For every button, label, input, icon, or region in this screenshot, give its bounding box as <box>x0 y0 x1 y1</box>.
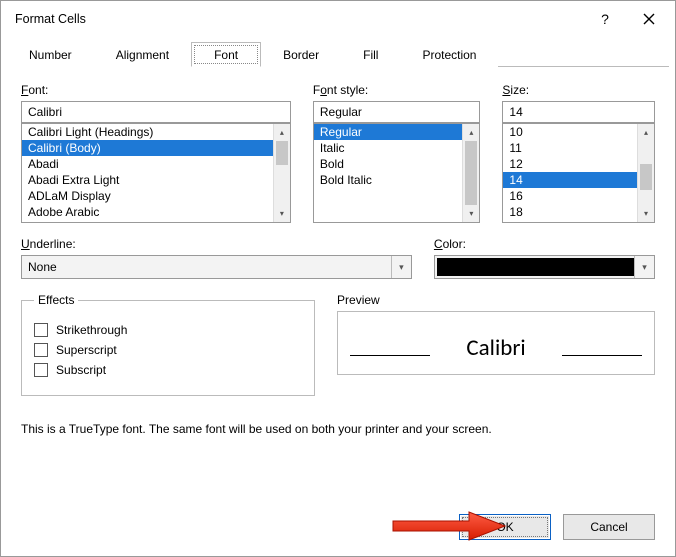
list-item[interactable]: 18 <box>503 204 654 220</box>
strikethrough-checkbox[interactable]: Strikethrough <box>34 323 302 337</box>
font-listbox[interactable]: Calibri Light (Headings) Calibri (Body) … <box>21 123 291 223</box>
list-item[interactable]: Regular <box>314 124 480 140</box>
tab-alignment[interactable]: Alignment <box>94 42 191 67</box>
size-column: Size: 10 11 12 14 16 18 ▴ ▾ <box>502 83 655 223</box>
list-item[interactable]: 11 <box>503 140 654 156</box>
window-title: Format Cells <box>15 12 583 26</box>
scroll-down-icon[interactable]: ▾ <box>274 205 290 222</box>
chevron-down-icon[interactable]: ▾ <box>391 256 411 278</box>
list-item[interactable]: 16 <box>503 188 654 204</box>
list-item[interactable]: Bold <box>314 156 480 172</box>
scrollbar[interactable]: ▴ ▾ <box>637 124 654 222</box>
list-item[interactable]: Italic <box>314 140 480 156</box>
preview-label: Preview <box>337 293 655 307</box>
help-button[interactable]: ? <box>583 1 627 37</box>
tab-panel-font: Font: Calibri Light (Headings) Calibri (… <box>1 67 675 440</box>
list-item[interactable]: ADLaM Display <box>22 188 290 204</box>
list-item[interactable]: Adobe Arabic <box>22 204 290 220</box>
preview-box: Calibri <box>337 311 655 375</box>
scroll-thumb[interactable] <box>640 164 652 190</box>
scroll-thumb[interactable] <box>276 141 288 165</box>
font-style-listbox[interactable]: Regular Italic Bold Bold Italic ▴ ▾ <box>313 123 481 223</box>
scroll-down-icon[interactable]: ▾ <box>638 205 654 222</box>
chevron-down-icon[interactable]: ▾ <box>634 256 654 278</box>
tab-border[interactable]: Border <box>261 42 341 67</box>
scroll-up-icon[interactable]: ▴ <box>463 124 479 141</box>
font-column: Font: Calibri Light (Headings) Calibri (… <box>21 83 291 223</box>
size-label: Size: <box>502 83 529 97</box>
close-button[interactable] <box>627 1 671 37</box>
underline-block: Underline: None ▾ <box>21 237 412 279</box>
list-item[interactable]: Bold Italic <box>314 172 480 188</box>
underline-select[interactable]: None ▾ <box>21 255 412 279</box>
font-style-input[interactable] <box>313 101 481 123</box>
ok-button[interactable]: OK <box>459 514 551 540</box>
list-item[interactable]: Calibri Light (Headings) <box>22 124 290 140</box>
color-swatch <box>437 258 634 276</box>
effects-legend: Effects <box>34 293 78 307</box>
list-item[interactable]: Calibri (Body) <box>22 140 290 156</box>
effects-group: Effects Strikethrough Superscript Subscr… <box>21 293 315 396</box>
scroll-down-icon[interactable]: ▾ <box>463 205 479 222</box>
font-input[interactable] <box>21 101 291 123</box>
checkbox-box <box>34 343 48 357</box>
checkbox-label: Superscript <box>56 343 117 357</box>
titlebar: Format Cells ? <box>1 1 675 37</box>
superscript-checkbox[interactable]: Superscript <box>34 343 302 357</box>
tab-strip: Number Alignment Font Border Fill Protec… <box>1 37 675 67</box>
color-select[interactable]: ▾ <box>434 255 655 279</box>
color-block: Color: ▾ <box>434 237 655 279</box>
list-item[interactable]: Abadi Extra Light <box>22 172 290 188</box>
tab-protection[interactable]: Protection <box>400 42 498 67</box>
tab-font[interactable]: Font <box>191 42 261 67</box>
tab-number[interactable]: Number <box>7 42 94 67</box>
size-input[interactable] <box>502 101 655 123</box>
color-label: Color: <box>434 237 466 251</box>
dialog-button-row: OK Cancel <box>459 514 655 540</box>
scroll-up-icon[interactable]: ▴ <box>638 124 654 141</box>
style-column: Font style: Regular Italic Bold Bold Ita… <box>313 83 481 223</box>
hotkey-o: o <box>320 83 327 97</box>
list-item[interactable]: Abadi <box>22 156 290 172</box>
list-item[interactable]: 10 <box>503 124 654 140</box>
font-info-text: This is a TrueType font. The same font w… <box>21 422 655 436</box>
list-item[interactable]: 12 <box>503 156 654 172</box>
scrollbar[interactable]: ▴ ▾ <box>462 124 479 222</box>
preview-sample: Calibri <box>448 334 543 362</box>
checkbox-box <box>34 323 48 337</box>
scrollbar[interactable]: ▴ ▾ <box>273 124 290 222</box>
checkbox-box <box>34 363 48 377</box>
scroll-up-icon[interactable]: ▴ <box>274 124 290 141</box>
underline-label: Underline: <box>21 237 76 251</box>
font-label: Font: <box>21 83 48 97</box>
checkbox-label: Strikethrough <box>56 323 127 337</box>
tab-fill[interactable]: Fill <box>341 42 400 67</box>
preview-group: Preview Calibri <box>337 293 655 396</box>
checkbox-label: Subscript <box>56 363 106 377</box>
size-listbox[interactable]: 10 11 12 14 16 18 ▴ ▾ <box>502 123 655 223</box>
font-style-label: Font style: <box>313 83 368 97</box>
list-item[interactable]: 14 <box>503 172 654 188</box>
subscript-checkbox[interactable]: Subscript <box>34 363 302 377</box>
cancel-button[interactable]: Cancel <box>563 514 655 540</box>
underline-value: None <box>22 260 391 274</box>
scroll-thumb[interactable] <box>465 141 477 205</box>
